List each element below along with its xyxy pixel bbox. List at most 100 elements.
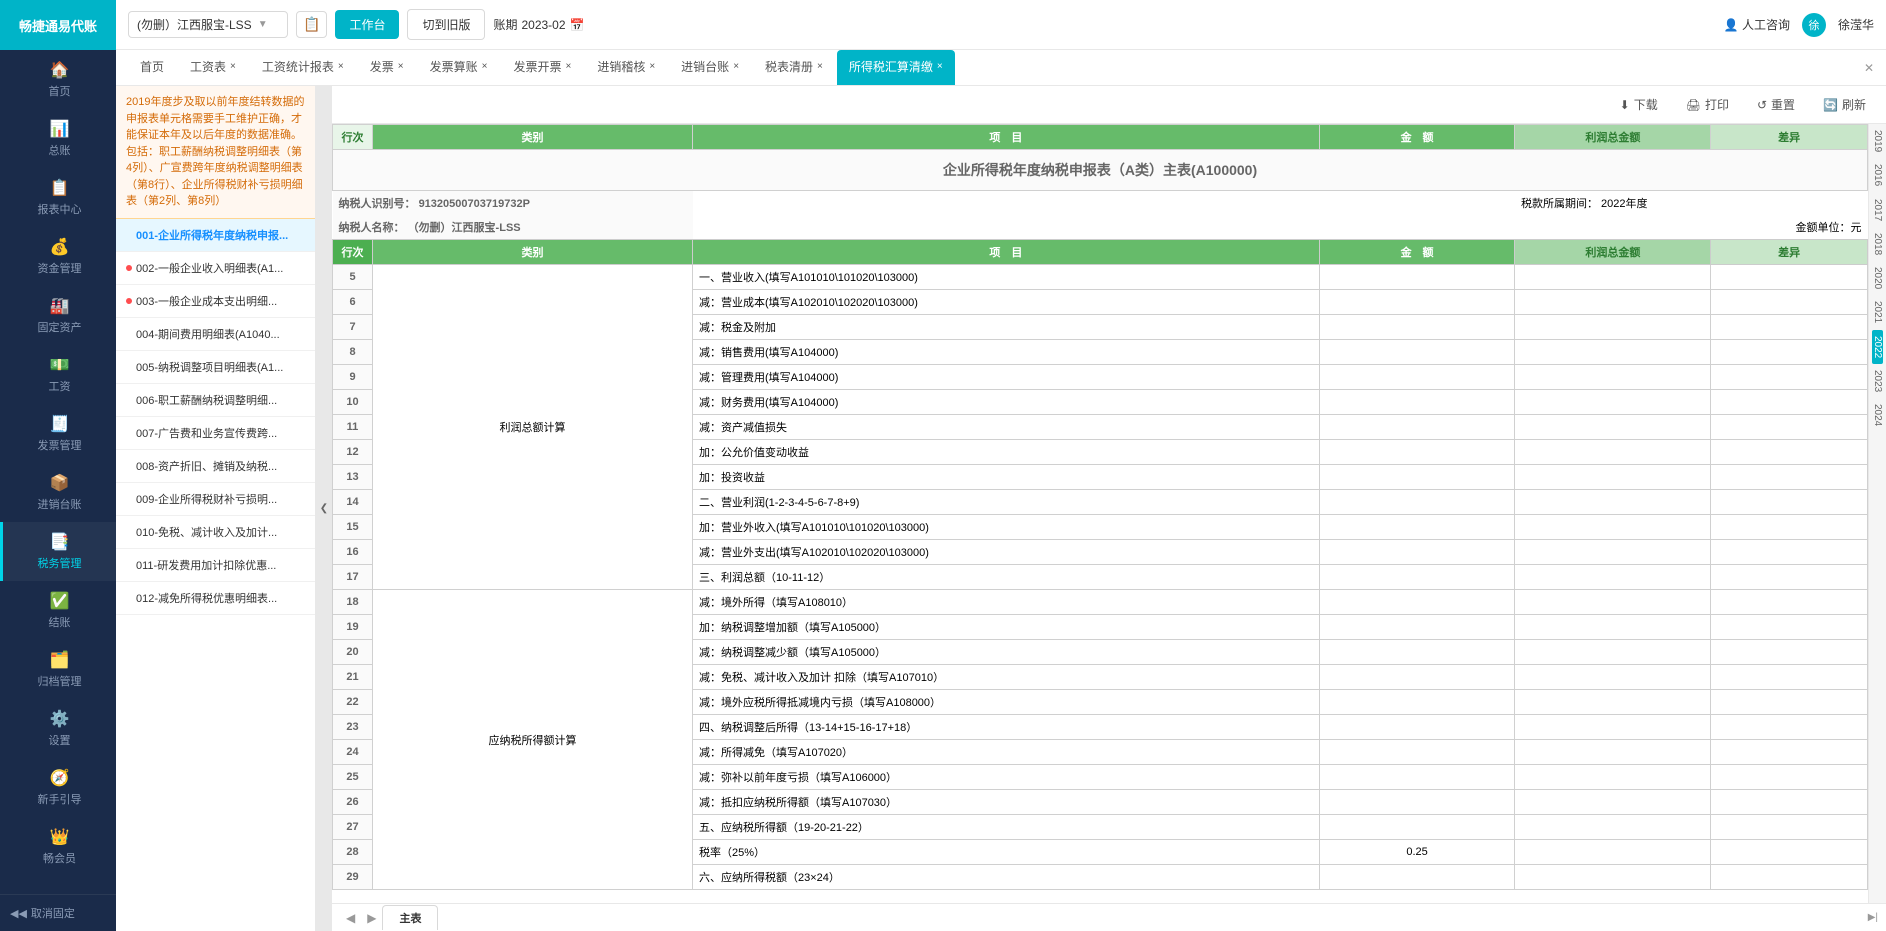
year-2021[interactable]: 2021: [1872, 295, 1883, 329]
amount-cell[interactable]: [1319, 440, 1515, 465]
form-list-item-007[interactable]: 007-广告费和业务宣传费跨...: [116, 417, 315, 450]
form-list-item-011[interactable]: 011-研发费用加计扣除优惠...: [116, 549, 315, 582]
sidebar-item-ledger[interactable]: 📊 总账: [0, 109, 116, 168]
form-list-item-008[interactable]: 008-资产折旧、摊销及纳税...: [116, 450, 315, 483]
amount-cell[interactable]: [1319, 790, 1515, 815]
profit-cell[interactable]: [1515, 590, 1711, 615]
tab-invoice[interactable]: 发票 ×: [358, 50, 416, 85]
sidebar-item-tax[interactable]: 📑 税务管理: [0, 522, 116, 581]
tab-salary-stats[interactable]: 工资统计报表 ×: [250, 50, 356, 85]
refresh-button[interactable]: 🔄 刷新: [1815, 92, 1874, 117]
sidebar-item-reports[interactable]: 📋 报表中心: [0, 168, 116, 227]
amount-cell[interactable]: [1319, 565, 1515, 590]
profit-cell[interactable]: [1515, 740, 1711, 765]
workbench-button[interactable]: 工作台: [335, 10, 399, 39]
profit-cell[interactable]: [1515, 790, 1711, 815]
year-2023[interactable]: 2023: [1872, 364, 1883, 398]
amount-cell[interactable]: [1319, 665, 1515, 690]
close-tab-salary[interactable]: ×: [230, 61, 236, 72]
copy-icon-btn[interactable]: 📋: [296, 11, 327, 38]
sidebar-item-settings[interactable]: ⚙️ 设置: [0, 699, 116, 758]
unpin-button[interactable]: ◀◀ 取消固定: [0, 894, 116, 931]
profit-cell[interactable]: [1515, 265, 1711, 290]
amount-cell[interactable]: [1319, 390, 1515, 415]
profit-cell[interactable]: [1515, 690, 1711, 715]
year-2024[interactable]: 2024: [1872, 398, 1883, 432]
year-2017[interactable]: 2017: [1872, 193, 1883, 227]
form-list-item-004[interactable]: 004-期间费用明细表(A1040...: [116, 318, 315, 351]
amount-cell[interactable]: [1319, 415, 1515, 440]
form-list-item-001[interactable]: 001-企业所得税年度纳税申报...: [116, 219, 315, 252]
sidebar-item-archive[interactable]: 🗂️ 归档管理: [0, 640, 116, 699]
profit-cell[interactable]: [1515, 615, 1711, 640]
tab-home[interactable]: 首页: [128, 50, 176, 85]
profit-cell[interactable]: [1515, 840, 1711, 865]
sidebar-item-close[interactable]: ✅ 结账: [0, 581, 116, 640]
close-tab-invoice-open[interactable]: ×: [565, 61, 571, 72]
profit-cell[interactable]: [1515, 640, 1711, 665]
collapse-panel-button[interactable]: ❮: [316, 86, 332, 931]
profit-cell[interactable]: [1515, 665, 1711, 690]
tab-income-tax[interactable]: 所得税汇算清缴 ×: [837, 50, 955, 85]
amount-cell[interactable]: [1319, 365, 1515, 390]
close-all-tabs[interactable]: ✕: [1864, 61, 1874, 75]
profit-cell[interactable]: [1515, 415, 1711, 440]
close-tab-salary-stats[interactable]: ×: [338, 61, 344, 72]
amount-cell[interactable]: [1319, 590, 1515, 615]
amount-cell[interactable]: [1319, 465, 1515, 490]
profit-cell[interactable]: [1515, 465, 1711, 490]
profit-cell[interactable]: [1515, 315, 1711, 340]
amount-cell[interactable]: [1319, 265, 1515, 290]
close-tab-invoice-calc[interactable]: ×: [482, 61, 488, 72]
sidebar-item-salary[interactable]: 💵 工资: [0, 345, 116, 404]
sheet-tab-main[interactable]: 主表: [382, 905, 438, 930]
sidebar-item-assets[interactable]: 🏭 固定资产: [0, 286, 116, 345]
form-list-item-002[interactable]: 002-一般企业收入明细表(A1...: [116, 252, 315, 285]
amount-cell[interactable]: [1319, 340, 1515, 365]
tab-sales-check[interactable]: 进销稽核 ×: [585, 50, 667, 85]
amount-cell[interactable]: [1319, 690, 1515, 715]
amount-cell[interactable]: [1319, 615, 1515, 640]
reset-button[interactable]: ↺ 重置: [1749, 92, 1803, 117]
profit-cell[interactable]: [1515, 815, 1711, 840]
close-tab-sales-ledger[interactable]: ×: [733, 61, 739, 72]
download-button[interactable]: ⬇ 下载: [1612, 92, 1666, 117]
sidebar-item-finance[interactable]: 💰 资金管理: [0, 227, 116, 286]
profit-cell[interactable]: [1515, 340, 1711, 365]
profit-cell[interactable]: [1515, 390, 1711, 415]
form-list-item-009[interactable]: 009-企业所得税财补亏损明...: [116, 483, 315, 516]
form-list-item-010[interactable]: 010-免税、减计收入及加计...: [116, 516, 315, 549]
profit-cell[interactable]: [1515, 290, 1711, 315]
profit-cell[interactable]: [1515, 565, 1711, 590]
profit-cell[interactable]: [1515, 365, 1711, 390]
tab-sales-ledger[interactable]: 进销台账 ×: [669, 50, 751, 85]
year-2020[interactable]: 2020: [1872, 261, 1883, 295]
profit-cell[interactable]: [1515, 540, 1711, 565]
profit-cell[interactable]: [1515, 715, 1711, 740]
prev-sheet-button[interactable]: ◀: [340, 911, 361, 925]
sidebar-item-sales[interactable]: 📦 进销台账: [0, 463, 116, 522]
amount-cell[interactable]: [1319, 540, 1515, 565]
sidebar-item-member[interactable]: 👑 畅会员: [0, 817, 116, 876]
year-2019[interactable]: 2019: [1872, 124, 1883, 158]
profit-cell[interactable]: [1515, 765, 1711, 790]
sidebar-item-home[interactable]: 🏠 首页: [0, 50, 116, 109]
close-tab-sales-check[interactable]: ×: [649, 61, 655, 72]
amount-cell[interactable]: [1319, 315, 1515, 340]
sidebar-item-guide[interactable]: 🧭 新手引导: [0, 758, 116, 817]
close-tab-income-tax[interactable]: ×: [937, 61, 943, 72]
amount-cell[interactable]: [1319, 765, 1515, 790]
company-selector[interactable]: (勿删）江西服宝-LSS ▼: [128, 11, 288, 38]
close-tab-invoice[interactable]: ×: [398, 61, 404, 72]
amount-cell[interactable]: [1319, 640, 1515, 665]
amount-cell[interactable]: [1319, 815, 1515, 840]
tab-invoice-calc[interactable]: 发票算账 ×: [418, 50, 500, 85]
amount-cell[interactable]: [1319, 290, 1515, 315]
sidebar-item-invoice[interactable]: 🧾 发票管理: [0, 404, 116, 463]
profit-cell[interactable]: [1515, 865, 1711, 890]
profit-cell[interactable]: [1515, 440, 1711, 465]
amount-cell[interactable]: [1319, 740, 1515, 765]
year-2022[interactable]: 2022: [1872, 330, 1883, 364]
profit-cell[interactable]: [1515, 515, 1711, 540]
tab-invoice-open[interactable]: 发票开票 ×: [501, 50, 583, 85]
